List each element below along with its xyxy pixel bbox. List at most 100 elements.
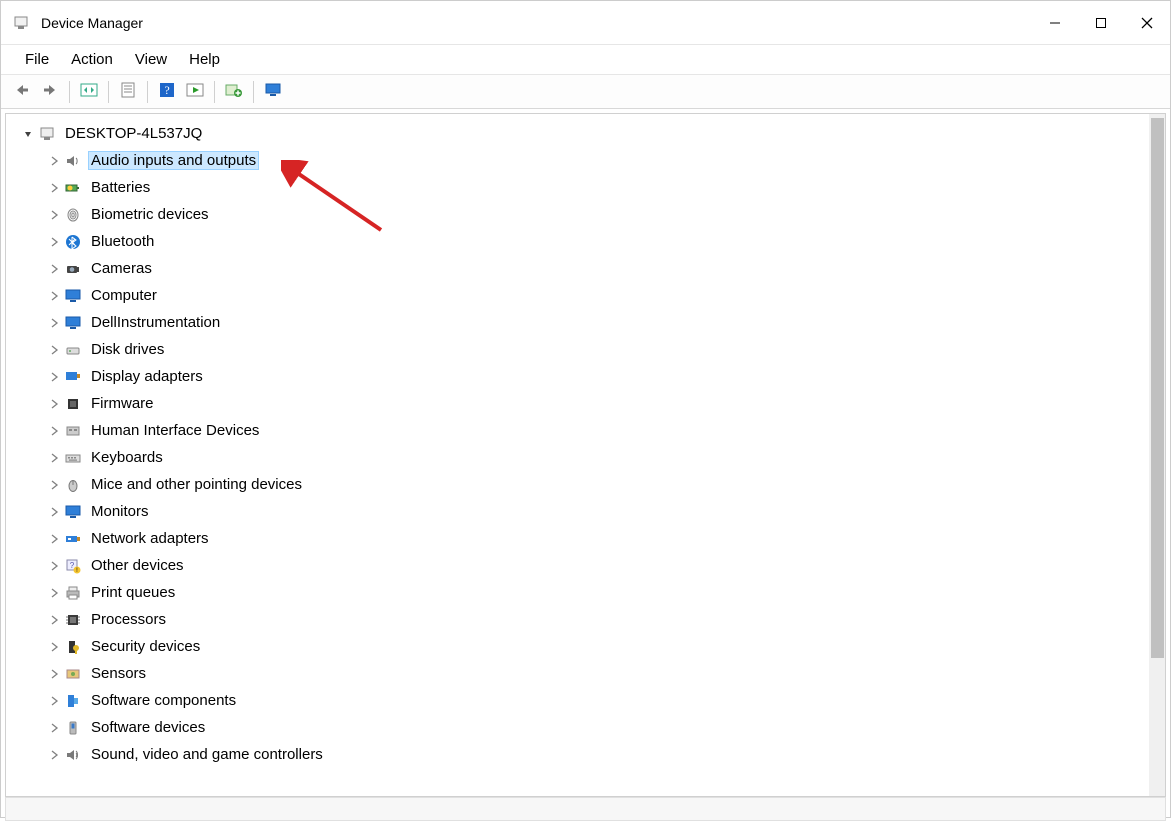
tree-item[interactable]: Print queues (12, 579, 1165, 606)
minimize-button[interactable] (1032, 1, 1078, 45)
menu-action[interactable]: Action (63, 48, 121, 71)
toolbar-separator (214, 81, 215, 103)
tree-item[interactable]: Firmware (12, 390, 1165, 417)
chevron-right-icon[interactable] (46, 531, 62, 547)
tree-item[interactable]: Sound, video and game controllers (12, 741, 1165, 768)
device-tree[interactable]: DESKTOP-4L537JQ Audio inputs and outputs B… (6, 114, 1165, 796)
sensor-icon (64, 665, 82, 683)
maximize-button[interactable] (1078, 1, 1124, 45)
content-area: DESKTOP-4L537JQ Audio inputs and outputs B… (5, 113, 1166, 797)
forward-button[interactable] (37, 79, 63, 105)
arrow-right-icon (42, 83, 58, 100)
tree-item[interactable]: Mice and other pointing devices (12, 471, 1165, 498)
tree-item-label: Mice and other pointing devices (88, 475, 305, 494)
tree-item[interactable]: ?!Other devices (12, 552, 1165, 579)
chevron-right-icon[interactable] (46, 720, 62, 736)
properties-sheet-icon (120, 82, 136, 101)
tree-item-label: Network adapters (88, 529, 212, 548)
tree-item[interactable]: Display adapters (12, 363, 1165, 390)
display-adapter-icon (64, 368, 82, 386)
computer-icon (38, 125, 56, 143)
tree-item[interactable]: Processors (12, 606, 1165, 633)
tree-item-label: Monitors (88, 502, 152, 521)
tree-item[interactable]: Biometric devices (12, 201, 1165, 228)
chevron-right-icon[interactable] (46, 450, 62, 466)
menu-bar: File Action View Help (1, 45, 1170, 75)
chevron-right-icon[interactable] (46, 585, 62, 601)
tree-item[interactable]: Keyboards (12, 444, 1165, 471)
tree-item-label: Biometric devices (88, 205, 212, 224)
menu-help[interactable]: Help (181, 48, 228, 71)
tree-item[interactable]: Audio inputs and outputs (12, 147, 1165, 174)
chevron-right-icon[interactable] (46, 207, 62, 223)
tree-item[interactable]: Network adapters (12, 525, 1165, 552)
tree-item[interactable]: Sensors (12, 660, 1165, 687)
chevron-right-icon[interactable] (46, 423, 62, 439)
chevron-right-icon[interactable] (46, 693, 62, 709)
title-bar: Device Manager (1, 1, 1170, 45)
tree-item[interactable]: Disk drives (12, 336, 1165, 363)
tree-item[interactable]: DellInstrumentation (12, 309, 1165, 336)
chevron-right-icon[interactable] (46, 666, 62, 682)
tree-item[interactable]: Security devices (12, 633, 1165, 660)
toolbar-separator (69, 81, 70, 103)
tree-item[interactable]: Software components (12, 687, 1165, 714)
bluetooth-icon (64, 233, 82, 251)
properties-button[interactable] (115, 79, 141, 105)
vertical-scrollbar[interactable] (1149, 114, 1165, 796)
chevron-right-icon[interactable] (46, 342, 62, 358)
help-icon: ? (159, 82, 175, 101)
mouse-icon (64, 476, 82, 494)
chevron-right-icon[interactable] (46, 747, 62, 763)
panel-arrows-icon (80, 82, 98, 101)
tree-item-label: Sensors (88, 664, 149, 683)
tree-item-label: Batteries (88, 178, 153, 197)
tree-item[interactable]: Cameras (12, 255, 1165, 282)
sound-controller-icon (64, 746, 82, 764)
battery-icon (64, 179, 82, 197)
software-device-icon (64, 719, 82, 737)
menu-file[interactable]: File (17, 48, 57, 71)
tree-item-label: Firmware (88, 394, 157, 413)
keyboard-icon (64, 449, 82, 467)
chevron-right-icon[interactable] (46, 153, 62, 169)
close-button[interactable] (1124, 1, 1170, 45)
menu-view[interactable]: View (127, 48, 175, 71)
chevron-right-icon[interactable] (46, 315, 62, 331)
tree-item[interactable]: Batteries (12, 174, 1165, 201)
chevron-right-icon[interactable] (46, 261, 62, 277)
tree-root[interactable]: DESKTOP-4L537JQ (12, 120, 1165, 147)
chevron-right-icon[interactable] (46, 639, 62, 655)
help-button[interactable]: ? (154, 79, 180, 105)
scan-hardware-button[interactable] (260, 79, 286, 105)
run-wizard-button[interactable] (182, 79, 208, 105)
add-hardware-button[interactable] (221, 79, 247, 105)
tree-item[interactable]: Computer (12, 282, 1165, 309)
hid-icon (64, 422, 82, 440)
tree-item[interactable]: Bluetooth (12, 228, 1165, 255)
chevron-right-icon[interactable] (46, 234, 62, 250)
back-button[interactable] (9, 79, 35, 105)
scrollbar-thumb[interactable] (1151, 118, 1164, 658)
toolbar-separator (108, 81, 109, 103)
chevron-right-icon[interactable] (46, 612, 62, 628)
chevron-right-icon[interactable] (46, 288, 62, 304)
chevron-right-icon[interactable] (46, 396, 62, 412)
chevron-right-icon[interactable] (46, 504, 62, 520)
chevron-right-icon[interactable] (46, 477, 62, 493)
tree-root-label: DESKTOP-4L537JQ (62, 124, 205, 143)
show-hidden-button[interactable] (76, 79, 102, 105)
chevron-right-icon[interactable] (46, 180, 62, 196)
tree-item[interactable]: Human Interface Devices (12, 417, 1165, 444)
tree-item[interactable]: Software devices (12, 714, 1165, 741)
tree-item[interactable]: Monitors (12, 498, 1165, 525)
chevron-right-icon[interactable] (46, 558, 62, 574)
chevron-down-icon[interactable] (20, 126, 36, 142)
chevron-right-icon[interactable] (46, 369, 62, 385)
tree-item-label: Display adapters (88, 367, 206, 386)
network-adapter-icon (64, 530, 82, 548)
arrow-left-icon (14, 83, 30, 100)
tree-item-label: Print queues (88, 583, 178, 602)
add-hardware-icon (225, 82, 243, 101)
tree-item-label: Sound, video and game controllers (88, 745, 326, 764)
